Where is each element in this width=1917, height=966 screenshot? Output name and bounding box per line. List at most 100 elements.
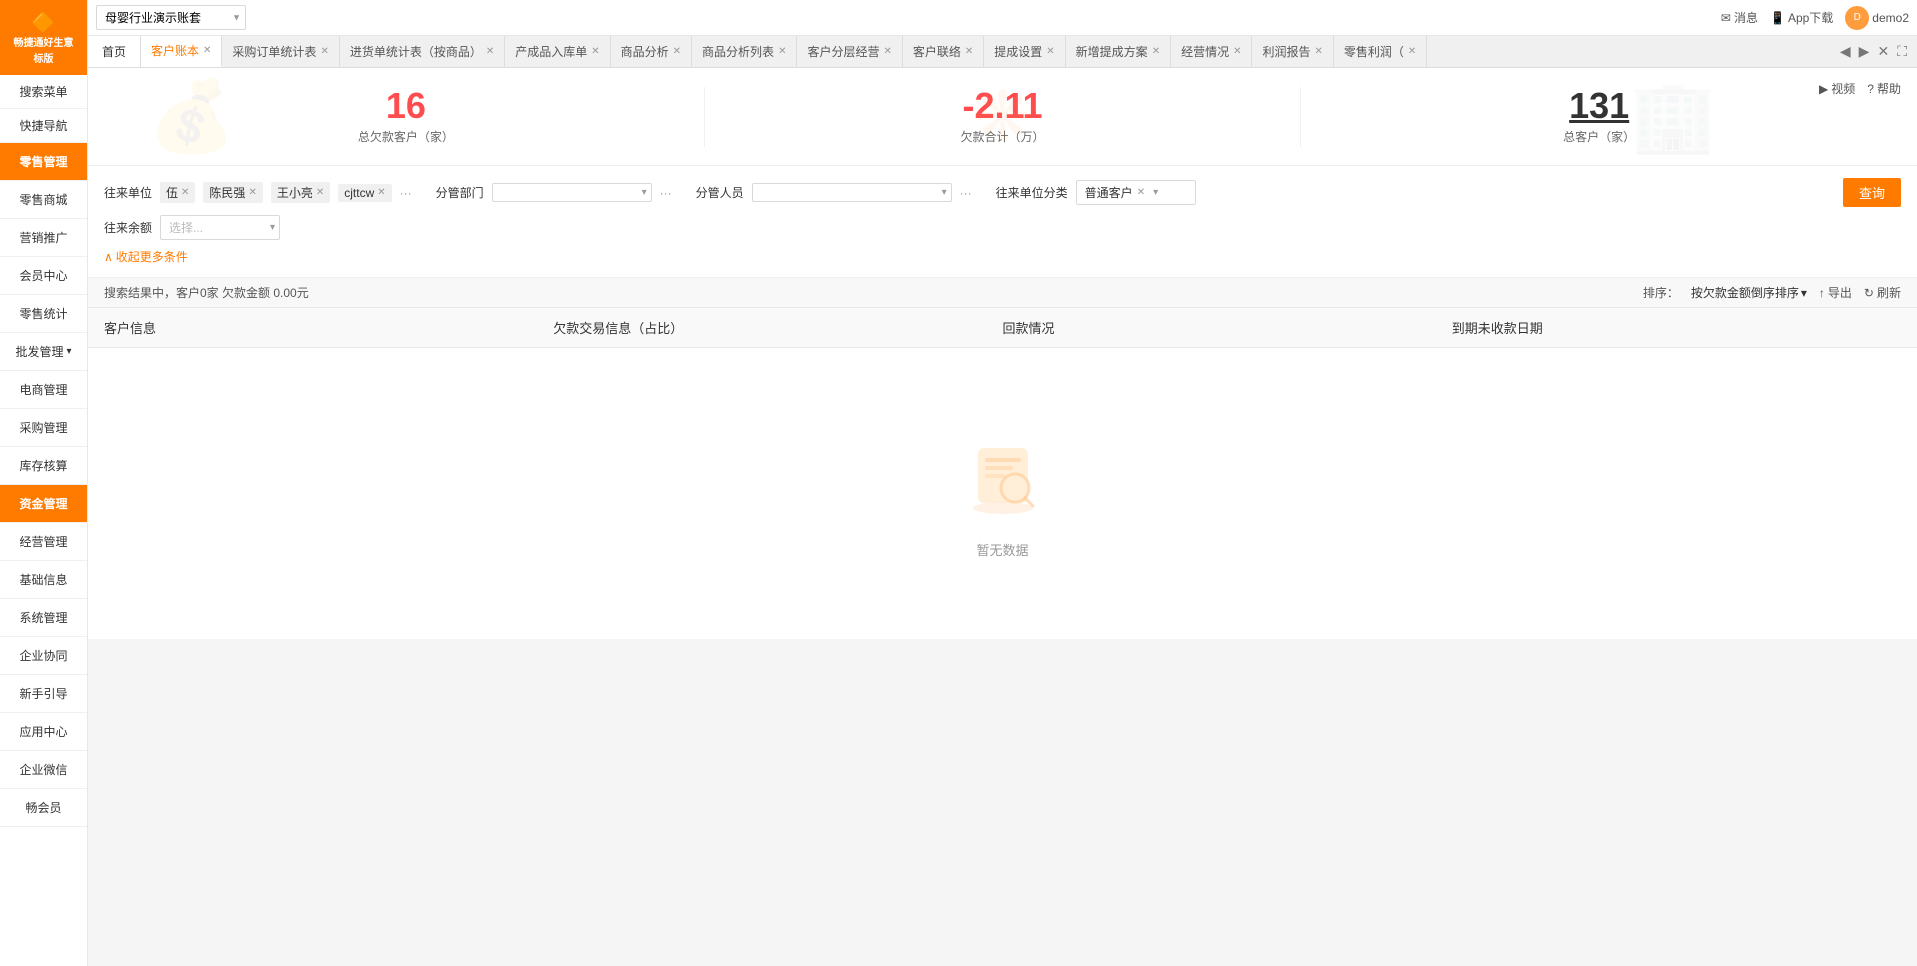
tab-close-cost-inbound[interactable]: ✕ (591, 46, 599, 57)
tabbar-actions: ◀ ▶ ✕ ⛶ (1830, 41, 1917, 62)
sort-chevron-icon: ▾ (1801, 286, 1807, 300)
unit-type-value: 普通客户 (1085, 184, 1133, 201)
tab-close-add-tip-plan[interactable]: ✕ (1152, 46, 1160, 57)
help-icon: ? (1867, 82, 1874, 96)
sidebar-item-app-center[interactable]: 应用中心 (0, 713, 87, 751)
tab-biz-situation[interactable]: 经营情况 ✕ (1171, 36, 1252, 67)
download-icon: 📱 (1770, 11, 1785, 25)
tab-close-purchase-order[interactable]: ✕ (320, 46, 328, 57)
stat-total-debt-customers: 16 总欠款客户（家） (108, 80, 704, 153)
tab-scroll-left[interactable]: ◀ (1838, 41, 1853, 62)
stat-total-customers-value: 16 (116, 88, 696, 124)
filter-more-btn[interactable]: ··· (400, 186, 412, 200)
tag-close-chen[interactable]: ✕ (248, 187, 256, 198)
sidebar-item-quick-nav[interactable]: 快捷导航 (0, 109, 87, 143)
sidebar-item-search-menu[interactable]: 搜索菜单 (0, 75, 87, 109)
tab-close-purchase-stats[interactable]: ✕ (486, 46, 494, 57)
tab-customer-contact[interactable]: 客户联络 ✕ (903, 36, 984, 67)
sidebar-item-retail-mgmt[interactable]: 零售管理 (0, 143, 87, 181)
sidebar-item-basic-info[interactable]: 基础信息 (0, 561, 87, 599)
tab-close-all[interactable]: ✕ (1875, 41, 1891, 62)
tab-purchase-order-stats[interactable]: 采购订单统计表 ✕ (222, 36, 339, 67)
sidebar-item-wholesale-mgmt[interactable]: 批发管理 ▾ (0, 333, 87, 371)
sidebar-item-finance[interactable]: 资金管理 (0, 485, 87, 523)
dept-select[interactable]: ▾ (492, 183, 652, 202)
refresh-icon: ↻ (1864, 286, 1874, 300)
sidebar-item-member-center[interactable]: 会员中心 (0, 257, 87, 295)
refresh-btn[interactable]: ↻ 刷新 (1864, 284, 1901, 301)
data-table: 客户信息 欠款交易信息（占比） 回款情况 到期未收款日期 (88, 308, 1917, 639)
topnav-right: ✉ 消息 📱 App下载 D demo2 (1721, 6, 1909, 30)
tab-cost-inbound[interactable]: 产成品入库单 ✕ (505, 36, 610, 67)
user-avatar-btn[interactable]: D demo2 (1845, 6, 1909, 30)
tag-close-wang[interactable]: ✕ (316, 187, 324, 198)
sidebar-item-ecommerce[interactable]: 电商管理 (0, 371, 87, 409)
video-btn[interactable]: ▶ 视频 (1819, 80, 1855, 97)
sidebar-item-enterprise-wechat[interactable]: 企业微信 (0, 751, 87, 789)
tab-profit-report[interactable]: 利润报告 ✕ (1252, 36, 1333, 67)
balance-chevron-icon: ▾ (270, 222, 275, 233)
sidebar-logo[interactable]: 🔶 畅捷通好生意 标版 (0, 0, 87, 75)
unit-type-chevron-icon: ▾ (1153, 187, 1158, 198)
stat-total-debt-value: -2.11 (713, 88, 1293, 124)
person-chevron-icon: ▾ (942, 187, 947, 198)
tab-maximize[interactable]: ⛶ (1895, 41, 1909, 62)
sidebar-item-inventory[interactable]: 库存核算 (0, 447, 87, 485)
tab-customer-account[interactable]: 客户账本 ✕ (141, 36, 222, 67)
help-btn[interactable]: ? 帮助 (1867, 80, 1901, 97)
tab-customer-segment[interactable]: 客户分层经营 ✕ (797, 36, 902, 67)
sidebar-item-retail-stats[interactable]: 零售统计 (0, 295, 87, 333)
avatar: D (1845, 6, 1869, 30)
person-more-btn[interactable]: ··· (960, 186, 972, 200)
tab-close-tip-settings[interactable]: ✕ (1046, 46, 1054, 57)
logo-text: 畅捷通好生意 (14, 37, 74, 50)
sidebar-item-enterprise-coop[interactable]: 企业协同 (0, 637, 87, 675)
tab-product-analysis-list[interactable]: 商品分析列表 ✕ (692, 36, 797, 67)
message-icon: ✉ (1721, 11, 1731, 25)
main-content: 母婴行业演示账套 ▾ ✉ 消息 📱 App下载 D demo2 首页 客户账本 … (88, 0, 1917, 966)
tab-product-analysis[interactable]: 商品分析 ✕ (611, 36, 692, 67)
sidebar-item-sys[interactable]: 系统管理 (0, 599, 87, 637)
person-select[interactable]: ▾ (752, 183, 952, 202)
filter-tag-cjttcw: cjttcw ✕ (338, 184, 391, 202)
app-download-btn[interactable]: 📱 App下载 (1770, 9, 1833, 26)
sidebar-item-ops[interactable]: 经营管理 (0, 523, 87, 561)
col-due-date: 到期未收款日期 (1452, 318, 1901, 337)
balance-select[interactable]: 选择... ▾ (160, 215, 280, 240)
tab-close-product-analysis[interactable]: ✕ (673, 46, 681, 57)
export-btn[interactable]: ↑ 导出 (1819, 284, 1852, 301)
sidebar: 🔶 畅捷通好生意 标版 搜索菜单 快捷导航 零售管理 零售商城 营销推广 会员中… (0, 0, 88, 966)
unit-type-tag-close[interactable]: ✕ (1137, 187, 1145, 198)
tag-close-cjttcw[interactable]: ✕ (377, 187, 385, 198)
stat-actions: ▶ 视频 ? 帮助 (1819, 80, 1901, 97)
collapse-button[interactable]: ∧ 收起更多条件 (104, 248, 188, 265)
sidebar-item-marketing[interactable]: 营销推广 (0, 219, 87, 257)
company-selector[interactable]: 母婴行业演示账套 ▾ (96, 5, 246, 30)
balance-filter-label: 往来余额 (104, 219, 152, 236)
result-bar: 搜索结果中，客户0家 欠款金额 0.00元 排序： 按欠款金额倒序排序 ▾ ↑ … (88, 278, 1917, 308)
unit-type-select[interactable]: 普通客户 ✕ ▾ (1076, 180, 1196, 205)
tab-close-customer-contact[interactable]: ✕ (965, 46, 973, 57)
sidebar-item-purchase[interactable]: 采购管理 (0, 409, 87, 447)
tab-tip-settings[interactable]: 提成设置 ✕ (984, 36, 1065, 67)
dept-more-btn[interactable]: ··· (660, 186, 672, 200)
stat-total-customers-label: 总欠款客户（家） (116, 128, 696, 145)
sidebar-item-newbie[interactable]: 新手引导 (0, 675, 87, 713)
tab-close-retail-profit[interactable]: ✕ (1408, 46, 1416, 57)
tab-purchase-stats-product[interactable]: 进货单统计表（按商品） ✕ (340, 36, 505, 67)
tab-close-product-analysis-list[interactable]: ✕ (778, 46, 786, 57)
sort-button[interactable]: 按欠款金额倒序排序 ▾ (1691, 284, 1807, 301)
tab-scroll-right[interactable]: ▶ (1857, 41, 1872, 62)
tab-add-tip-plan[interactable]: 新增提成方案 ✕ (1066, 36, 1171, 67)
tab-close-customer-segment[interactable]: ✕ (883, 46, 891, 57)
tab-close-biz-situation[interactable]: ✕ (1233, 46, 1241, 57)
tab-retail-profit[interactable]: 零售利润（ ✕ (1334, 36, 1427, 67)
tab-close-customer-account[interactable]: ✕ (203, 45, 211, 56)
query-button[interactable]: 查询 (1843, 178, 1901, 207)
tab-home[interactable]: 首页 (88, 36, 141, 67)
message-btn[interactable]: ✉ 消息 (1721, 9, 1758, 26)
tag-close-wu[interactable]: ✕ (181, 187, 189, 198)
sidebar-item-vip-member[interactable]: 畅会员 (0, 789, 87, 827)
tab-close-profit-report[interactable]: ✕ (1315, 46, 1323, 57)
sidebar-item-retail-mall[interactable]: 零售商城 (0, 181, 87, 219)
